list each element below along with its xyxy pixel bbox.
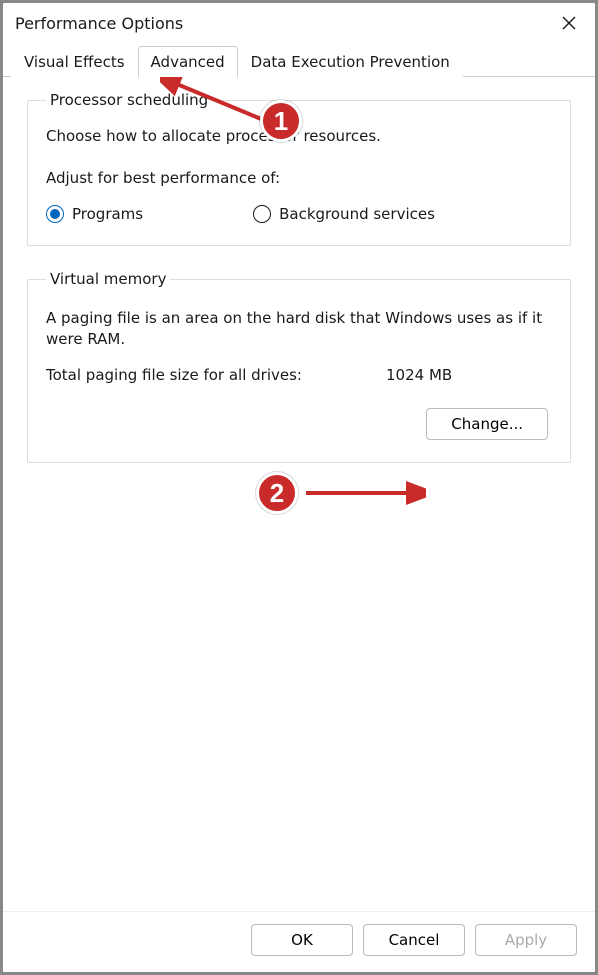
processor-scheduling-desc: Choose how to allocate processor resourc… bbox=[46, 127, 552, 145]
radio-icon bbox=[46, 205, 64, 223]
change-button[interactable]: Change... bbox=[426, 408, 548, 440]
performance-options-dialog: Performance Options Visual Effects Advan… bbox=[2, 2, 596, 973]
virtual-memory-desc: A paging file is an area on the hard dis… bbox=[46, 308, 552, 350]
apply-button[interactable]: Apply bbox=[475, 924, 577, 956]
tab-visual-effects[interactable]: Visual Effects bbox=[11, 46, 138, 77]
radio-background-services[interactable]: Background services bbox=[253, 205, 435, 223]
tab-data-execution-prevention[interactable]: Data Execution Prevention bbox=[238, 46, 463, 77]
ok-button[interactable]: OK bbox=[251, 924, 353, 956]
processor-radio-group: Programs Background services bbox=[46, 205, 552, 223]
titlebar: Performance Options bbox=[3, 3, 595, 41]
radio-background-label: Background services bbox=[279, 205, 435, 223]
virtual-memory-legend: Virtual memory bbox=[46, 270, 170, 288]
tab-advanced[interactable]: Advanced bbox=[138, 46, 238, 77]
dialog-footer: OK Cancel Apply bbox=[3, 911, 595, 972]
paging-size-value: 1024 MB bbox=[386, 366, 452, 384]
close-button[interactable] bbox=[551, 9, 587, 37]
tab-strip: Visual Effects Advanced Data Execution P… bbox=[3, 43, 595, 77]
paging-size-label: Total paging file size for all drives: bbox=[46, 366, 386, 384]
processor-scheduling-legend: Processor scheduling bbox=[46, 91, 212, 109]
processor-scheduling-group: Processor scheduling Choose how to alloc… bbox=[27, 91, 571, 246]
cancel-button[interactable]: Cancel bbox=[363, 924, 465, 956]
radio-programs-label: Programs bbox=[72, 205, 143, 223]
tab-content: Processor scheduling Choose how to alloc… bbox=[3, 77, 595, 911]
paging-size-row: Total paging file size for all drives: 1… bbox=[46, 366, 552, 384]
virtual-memory-group: Virtual memory A paging file is an area … bbox=[27, 270, 571, 463]
adjust-performance-label: Adjust for best performance of: bbox=[46, 169, 552, 187]
radio-icon bbox=[253, 205, 271, 223]
window-title: Performance Options bbox=[15, 14, 551, 33]
close-icon bbox=[561, 15, 577, 31]
radio-programs[interactable]: Programs bbox=[46, 205, 143, 223]
